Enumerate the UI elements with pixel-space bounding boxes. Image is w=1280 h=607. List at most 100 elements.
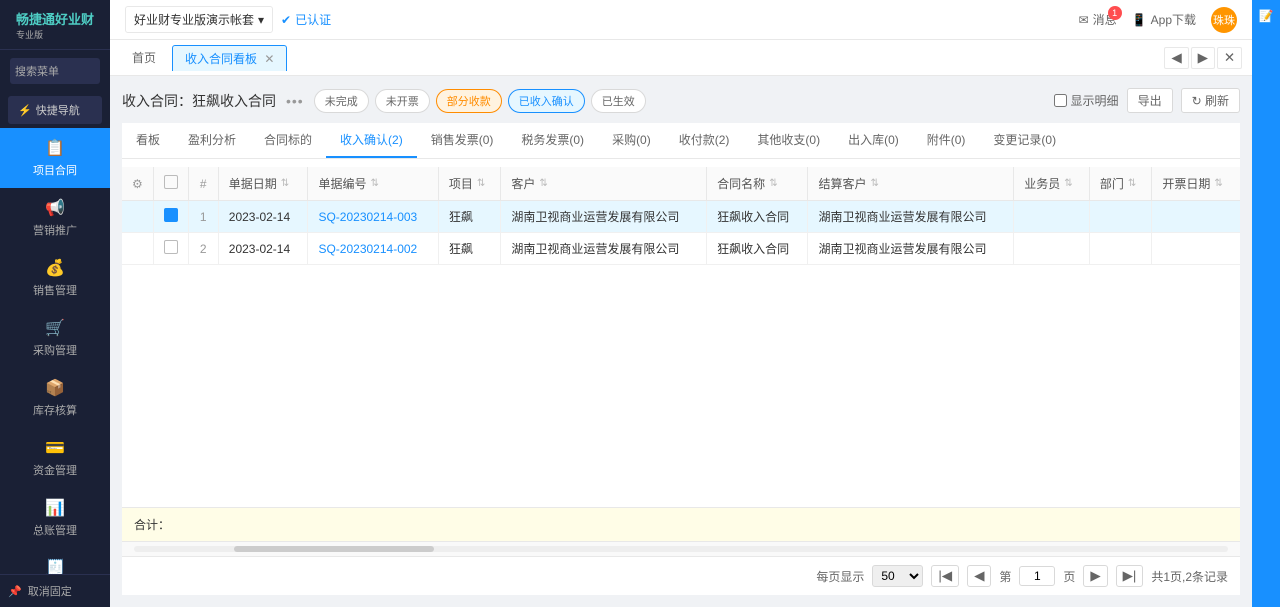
page-header-right: 显示明细 导出 ↻ 刷新 [1054,88,1240,113]
sidebar-item-purchase[interactable]: 🛒 采购管理 [0,308,110,368]
table-header-row: ⚙ # 单据日期⇅ 单据编号⇅ [122,167,1240,201]
sub-tab-tax-invoice[interactable]: 税务发票(0) [507,123,598,158]
page-header: 收入合同：狂飙收入合同 ••• 未完成 未开票 部分收款 已收入确认 已生效 显… [122,88,1240,113]
app-download-button[interactable]: 📱 App下载 [1132,11,1196,28]
row-checkbox-2[interactable] [164,240,178,254]
th-project[interactable]: 项目⇅ [438,167,501,201]
scrollbar-track [134,546,1228,552]
sidebar-item-invoice[interactable]: 🧾 发票管理 [0,548,110,574]
sidebar-item-project-contract[interactable]: 📋 项目合同 [0,128,110,188]
sort-orderno-icon: ⇅ [370,178,378,189]
sidebar-bottom-pin[interactable]: 📌 取消固定 [0,574,110,607]
sub-tab-sales-invoice[interactable]: 销售发票(0) [417,123,508,158]
more-options-button[interactable]: ••• [286,93,304,109]
th-salesperson[interactable]: 业务员⇅ [1014,167,1090,201]
status-partial-payment[interactable]: 部分收款 [436,89,502,113]
td-settlement-2: 湖南卫视商业运营发展有限公司 [808,233,1014,265]
page-input[interactable] [1019,566,1055,586]
settings-icon[interactable]: ⚙ [132,177,143,191]
total-row: 合计： [122,507,1240,541]
sidebar-item-ledger[interactable]: 📊 总账管理 [0,488,110,548]
table-container: 看板 盈利分析 合同标的 收入确认(2) 销售发票(0) 税务发票(0) 采购(… [122,123,1240,595]
topbar-right: ✉ 消息 1 📱 App下载 珠珠 [1079,7,1237,33]
tab-prev-button[interactable]: ◀ [1164,47,1188,69]
first-page-button[interactable]: |◀ [931,565,959,587]
refresh-button[interactable]: ↻ 刷新 [1181,88,1240,113]
select-all-checkbox[interactable] [164,175,178,189]
export-button[interactable]: 导出 [1127,88,1173,113]
horizontal-scrollbar[interactable] [122,541,1240,556]
row-checkbox-1[interactable] [164,208,178,222]
sidebar-item-marketing[interactable]: 📢 营销推广 [0,188,110,248]
next-page-button[interactable]: ▶ [1083,565,1107,587]
th-date[interactable]: 单据日期⇅ [218,167,308,201]
tab-income-contract[interactable]: 收入合同看板 ✕ [172,45,287,71]
page-unit: 页 [1063,568,1075,585]
tab-close-icon[interactable]: ✕ [264,52,274,66]
sidebar-item-label: 库存核算 [33,402,77,418]
note-panel-button[interactable]: 📝 [1255,5,1277,27]
status-uninvoiced[interactable]: 未开票 [375,89,430,113]
sub-tab-inout-warehouse[interactable]: 出入库(0) [834,123,913,158]
table-row[interactable]: 1 2023-02-14 SQ-20230214-003 狂飙 湖南卫视商业运营… [122,201,1240,233]
td-orderno-2[interactable]: SQ-20230214-002 [308,233,438,265]
tab-home[interactable]: 首页 [120,45,168,70]
sidebar-item-label: 营销推广 [33,222,77,238]
order-link-2[interactable]: SQ-20230214-002 [318,242,417,256]
status-income-confirmed[interactable]: 已收入确认 [508,89,585,113]
th-settings[interactable]: ⚙ [122,167,153,201]
lightning-icon: ⚡ [18,104,32,117]
th-settlement-customer[interactable]: 结算客户⇅ [808,167,1014,201]
th-department[interactable]: 部门⇅ [1089,167,1152,201]
tab-close-all-button[interactable]: ✕ [1217,47,1242,69]
user-avatar[interactable]: 珠珠 [1211,7,1237,33]
sub-tab-attachments[interactable]: 附件(0) [913,123,980,158]
status-effective[interactable]: 已生效 [591,89,646,113]
marketing-icon: 📢 [45,198,65,218]
td-num-2: 2 [188,233,218,265]
td-project-1: 狂飙 [438,201,501,233]
th-order-no[interactable]: 单据编号⇅ [308,167,438,201]
th-customer[interactable]: 客户⇅ [501,167,707,201]
sidebar-item-label: 销售管理 [33,282,77,298]
sub-tab-profit[interactable]: 盈利分析 [174,123,250,158]
sub-tab-income-confirm[interactable]: 收入确认(2) [326,123,417,158]
th-select-all[interactable] [153,167,188,201]
last-page-button[interactable]: ▶| [1116,565,1144,587]
sub-tab-subject[interactable]: 合同标的 [250,123,326,158]
sub-tab-bar: 看板 盈利分析 合同标的 收入确认(2) 销售发票(0) 税务发票(0) 采购(… [122,123,1240,159]
tab-next-button[interactable]: ▶ [1191,47,1215,69]
show-detail-checkbox[interactable] [1054,94,1067,107]
th-contract[interactable]: 合同名称⇅ [707,167,808,201]
search-menu-button[interactable]: 搜索菜单 [10,58,100,84]
messages-button[interactable]: ✉ 消息 1 [1079,11,1117,28]
tab-navigation: ◀ ▶ ✕ [1164,47,1242,69]
sidebar-item-funds[interactable]: 💳 资金管理 [0,428,110,488]
td-checkbox-2[interactable] [153,233,188,265]
table-row[interactable]: 2 2023-02-14 SQ-20230214-002 狂飙 湖南卫视商业运营… [122,233,1240,265]
order-link-1[interactable]: SQ-20230214-003 [318,210,417,224]
sub-tab-purchase[interactable]: 采购(0) [598,123,665,158]
sub-tab-payment[interactable]: 收付款(2) [665,123,744,158]
td-settings-1 [122,201,153,233]
inventory-icon: 📦 [45,378,65,398]
scrollbar-thumb[interactable] [234,546,434,552]
right-panel: 📝 [1252,0,1280,607]
page-size-select[interactable]: 50 100 200 [872,565,923,587]
sub-tab-change-log[interactable]: 变更记录(0) [979,123,1070,158]
sidebar-item-sales[interactable]: 💰 销售管理 [0,248,110,308]
td-checkbox-1[interactable] [153,201,188,233]
show-detail-checkbox-area[interactable]: 显示明细 [1054,92,1119,109]
status-incomplete[interactable]: 未完成 [314,89,369,113]
sidebar-item-inventory[interactable]: 📦 库存核算 [0,368,110,428]
company-selector[interactable]: 好业财专业版演示帐套 ▾ [125,6,273,33]
td-invoicedate-1 [1152,201,1240,233]
sub-tab-dashboard[interactable]: 看板 [122,123,174,158]
th-invoice-date[interactable]: 开票日期⇅ [1152,167,1240,201]
sub-tab-other-income[interactable]: 其他收支(0) [743,123,834,158]
sidebar-search-area: 搜索菜单 [0,50,110,92]
quick-nav-button[interactable]: ⚡ 快捷导航 [8,96,102,124]
td-orderno-1[interactable]: SQ-20230214-003 [308,201,438,233]
prev-page-button[interactable]: ◀ [967,565,991,587]
funds-icon: 💳 [45,438,65,458]
